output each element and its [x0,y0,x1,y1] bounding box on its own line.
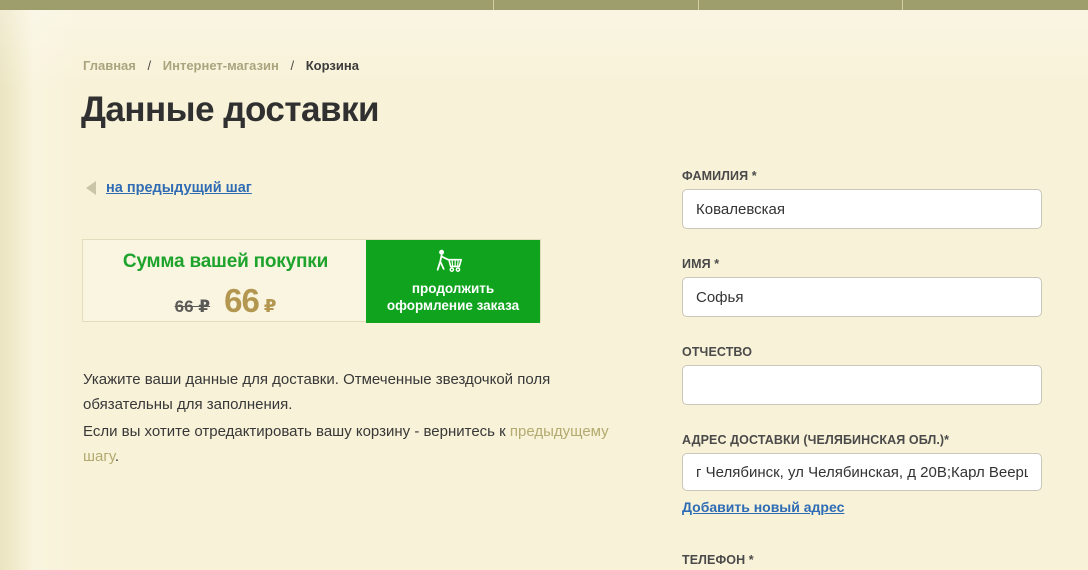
previous-step-link[interactable]: на предыдущий шаг [106,180,252,196]
edit-cart-text-suffix: . [114,448,120,465]
button-label-line2: оформление заказа [386,298,520,313]
shopping-cart-icon [434,249,472,276]
lastname-input[interactable] [682,189,1042,229]
breadcrumb-home-link[interactable]: Главная [83,58,136,73]
breadcrumb-separator: / [147,58,152,73]
page: Главная / Интернет-магазин / Корзина Дан… [0,0,1088,570]
instructions-text: Укажите ваши данные для доставки. Отмече… [83,371,551,413]
topbar-divider [698,0,699,10]
edit-cart-text: Если вы хотите отредактировать вашу корз… [83,419,615,469]
old-price: 66 ₽ [174,297,211,316]
address-input[interactable] [682,453,1042,491]
purchase-summary: Сумма вашей покупки 66 ₽ 66 ₽ [83,240,368,321]
field-lastname: ФАМИЛИЯ * [682,167,1042,229]
field-firstname: ИМЯ * [682,255,1042,317]
field-address: АДРЕС ДОСТАВКИ (ЧЕЛЯБИНСКАЯ ОБЛ.)* Добав… [682,431,1042,517]
middlename-label: ОТЧЕСТВО [682,345,753,359]
middlename-input[interactable] [682,365,1042,405]
delivery-form: ФАМИЛИЯ * ИМЯ * ОТЧЕСТВО АДРЕС ДОСТАВКИ … [682,167,1042,570]
purchase-summary-box: Сумма вашей покупки 66 ₽ 66 ₽ продолжить … [82,239,541,323]
ruble-sign: ₽ [263,296,277,316]
edit-cart-text-prefix: Если вы хотите отредактировать вашу корз… [83,423,510,440]
firstname-label: ИМЯ * [682,257,720,271]
price-row: 66 ₽ 66 ₽ [83,282,368,320]
phone-label: ТЕЛЕФОН * [682,553,754,567]
firstname-input[interactable] [682,277,1042,317]
lastname-label: ФАМИЛИЯ * [682,169,757,183]
address-label: АДРЕС ДОСТАВКИ (ЧЕЛЯБИНСКАЯ ОБЛ.)* [682,433,950,447]
back-arrow-icon [86,181,96,195]
page-title: Данные доставки [81,90,380,129]
topbar-divider [493,0,494,10]
topbar-divider [902,0,903,10]
breadcrumb-current: Корзина [305,58,359,73]
breadcrumb: Главная / Интернет-магазин / Корзина [83,58,359,73]
breadcrumb-separator: / [290,58,295,73]
back-link-row: на предыдущий шаг [86,180,252,196]
field-middlename: ОТЧЕСТВО [682,343,1042,405]
summary-title: Сумма вашей покупки [122,251,329,272]
button-label-line1: продолжить [411,281,495,296]
add-new-address-link[interactable]: Добавить новый адрес [682,499,844,515]
top-nav-bar [0,0,1088,10]
breadcrumb-shop-link[interactable]: Интернет-магазин [163,58,279,73]
current-price: 66 ₽ [224,282,277,319]
field-phone: ТЕЛЕФОН * [682,551,1042,570]
continue-checkout-button[interactable]: продолжить оформление заказа [366,240,540,323]
